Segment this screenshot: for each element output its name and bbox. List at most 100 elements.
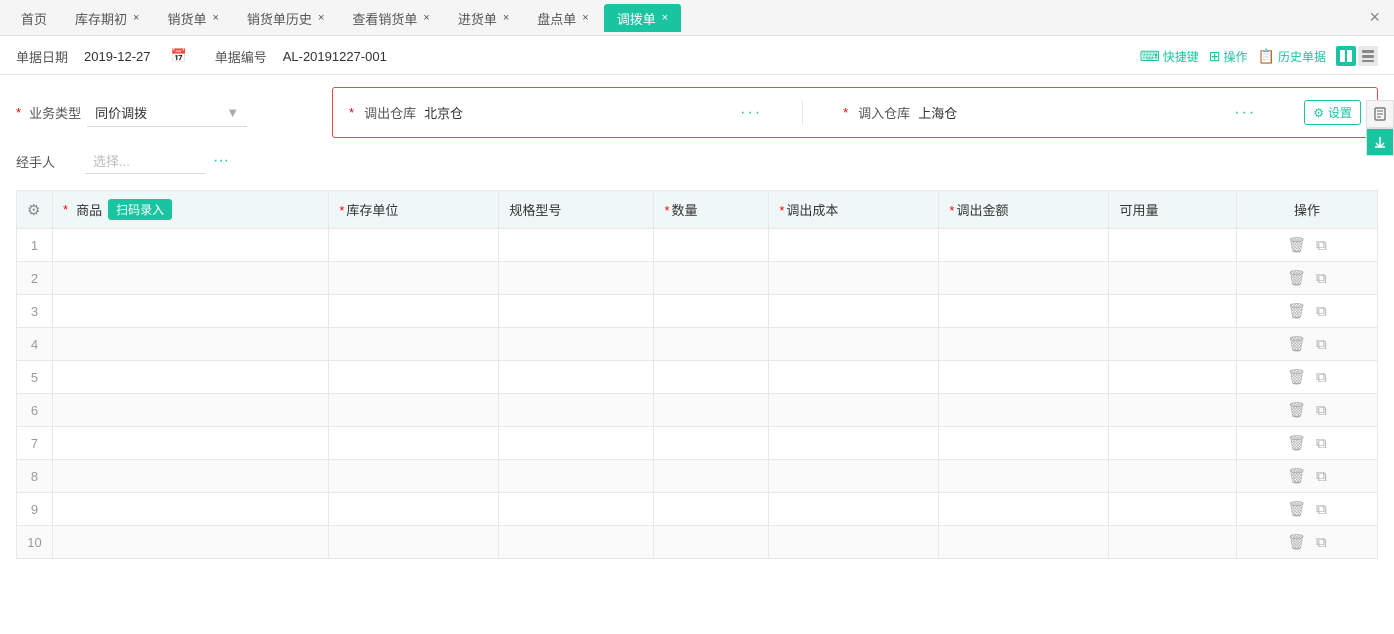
cell-available-7[interactable]	[1109, 427, 1236, 460]
delete-icon[interactable]: 🗑	[1287, 270, 1306, 287]
history-button[interactable]: 📋 历史单据	[1258, 48, 1326, 65]
cell-amount-3[interactable]	[939, 295, 1109, 328]
delete-icon[interactable]: 🗑	[1287, 435, 1306, 452]
settings-button[interactable]: ⚙ 设置	[1304, 100, 1361, 125]
cell-qty-1[interactable]	[654, 229, 769, 262]
cell-spec-6[interactable]	[499, 394, 654, 427]
cell-unit-9[interactable]	[329, 493, 499, 526]
tab-purchase[interactable]: 进货单 ×	[445, 4, 522, 32]
cell-cost-6[interactable]	[769, 394, 939, 427]
cell-spec-4[interactable]	[499, 328, 654, 361]
cell-qty-2[interactable]	[654, 262, 769, 295]
cell-available-8[interactable]	[1109, 460, 1236, 493]
handler-more-button[interactable]: ···	[213, 152, 229, 170]
cell-cost-9[interactable]	[769, 493, 939, 526]
delete-icon[interactable]: 🗑	[1287, 303, 1306, 320]
close-icon[interactable]: ×	[582, 12, 588, 24]
cell-spec-7[interactable]	[499, 427, 654, 460]
cell-qty-6[interactable]	[654, 394, 769, 427]
cell-unit-10[interactable]	[329, 526, 499, 559]
date-value[interactable]: 2019-12-27	[84, 49, 151, 64]
cell-cost-1[interactable]	[769, 229, 939, 262]
cell-amount-10[interactable]	[939, 526, 1109, 559]
panel-doc-icon[interactable]	[1366, 100, 1394, 128]
cell-spec-1[interactable]	[499, 229, 654, 262]
close-icon[interactable]: ×	[133, 12, 139, 24]
layout-icon-2[interactable]	[1358, 46, 1378, 66]
copy-icon[interactable]: ⧉	[1316, 303, 1327, 320]
cell-unit-4[interactable]	[329, 328, 499, 361]
delete-icon[interactable]: 🗑	[1287, 468, 1306, 485]
delete-icon[interactable]: 🗑	[1287, 501, 1306, 518]
business-type-select[interactable]: 同价调拨 ▼	[87, 99, 247, 127]
cell-product-10[interactable]	[53, 526, 329, 559]
cell-amount-8[interactable]	[939, 460, 1109, 493]
cell-cost-4[interactable]	[769, 328, 939, 361]
copy-icon[interactable]: ⧉	[1316, 501, 1327, 518]
tab-sales-order[interactable]: 销货单 ×	[154, 4, 231, 32]
cell-cost-8[interactable]	[769, 460, 939, 493]
cell-product-4[interactable]	[53, 328, 329, 361]
tab-inventory-init[interactable]: 库存期初 ×	[62, 4, 152, 32]
tab-sales-history[interactable]: 销货单历史 ×	[234, 4, 337, 32]
cell-available-1[interactable]	[1109, 229, 1236, 262]
cell-available-9[interactable]	[1109, 493, 1236, 526]
warehouse-in-value[interactable]: 上海仓	[918, 103, 957, 122]
cell-product-6[interactable]	[53, 394, 329, 427]
cell-amount-6[interactable]	[939, 394, 1109, 427]
cell-spec-8[interactable]	[499, 460, 654, 493]
copy-icon[interactable]: ⧉	[1316, 402, 1327, 419]
delete-icon[interactable]: 🗑	[1287, 369, 1306, 386]
cell-qty-4[interactable]	[654, 328, 769, 361]
cell-product-8[interactable]	[53, 460, 329, 493]
close-icon[interactable]: ×	[503, 12, 509, 24]
copy-icon[interactable]: ⧉	[1316, 534, 1327, 551]
gear-icon[interactable]: ⚙	[27, 202, 40, 219]
cell-qty-7[interactable]	[654, 427, 769, 460]
cell-available-3[interactable]	[1109, 295, 1236, 328]
cell-spec-9[interactable]	[499, 493, 654, 526]
cell-cost-3[interactable]	[769, 295, 939, 328]
cell-amount-1[interactable]	[939, 229, 1109, 262]
cell-qty-3[interactable]	[654, 295, 769, 328]
copy-icon[interactable]: ⧉	[1316, 237, 1327, 254]
copy-icon[interactable]: ⧉	[1316, 336, 1327, 353]
panel-export-icon[interactable]	[1366, 128, 1394, 156]
delete-icon[interactable]: 🗑	[1287, 402, 1306, 419]
cell-available-6[interactable]	[1109, 394, 1236, 427]
cell-amount-5[interactable]	[939, 361, 1109, 394]
cell-unit-6[interactable]	[329, 394, 499, 427]
cell-spec-2[interactable]	[499, 262, 654, 295]
cell-available-10[interactable]	[1109, 526, 1236, 559]
layout-icon-1[interactable]	[1336, 46, 1356, 66]
copy-icon[interactable]: ⧉	[1316, 468, 1327, 485]
cell-product-9[interactable]	[53, 493, 329, 526]
warehouse-out-more-button[interactable]: ···	[740, 104, 762, 122]
cell-qty-5[interactable]	[654, 361, 769, 394]
cell-cost-5[interactable]	[769, 361, 939, 394]
cell-product-3[interactable]	[53, 295, 329, 328]
cell-qty-8[interactable]	[654, 460, 769, 493]
cell-spec-5[interactable]	[499, 361, 654, 394]
cell-available-2[interactable]	[1109, 262, 1236, 295]
close-icon[interactable]: ×	[423, 12, 429, 24]
handler-select[interactable]: 选择...	[85, 148, 205, 174]
cell-product-5[interactable]	[53, 361, 329, 394]
warehouse-in-more-button[interactable]: ···	[1234, 104, 1256, 122]
cell-amount-2[interactable]	[939, 262, 1109, 295]
copy-icon[interactable]: ⧉	[1316, 369, 1327, 386]
tab-home[interactable]: 首页	[8, 4, 60, 32]
cell-cost-7[interactable]	[769, 427, 939, 460]
cell-amount-7[interactable]	[939, 427, 1109, 460]
copy-icon[interactable]: ⧉	[1316, 270, 1327, 287]
cell-unit-7[interactable]	[329, 427, 499, 460]
delete-icon[interactable]: 🗑	[1287, 237, 1306, 254]
copy-icon[interactable]: ⧉	[1316, 435, 1327, 452]
delete-icon[interactable]: 🗑	[1287, 336, 1306, 353]
operation-button[interactable]: ⊞ 操作	[1209, 48, 1248, 65]
cell-available-5[interactable]	[1109, 361, 1236, 394]
delete-icon[interactable]: 🗑	[1287, 534, 1306, 551]
shortcut-button[interactable]: ⌨ 快捷键	[1140, 48, 1199, 65]
cell-unit-5[interactable]	[329, 361, 499, 394]
cell-amount-9[interactable]	[939, 493, 1109, 526]
